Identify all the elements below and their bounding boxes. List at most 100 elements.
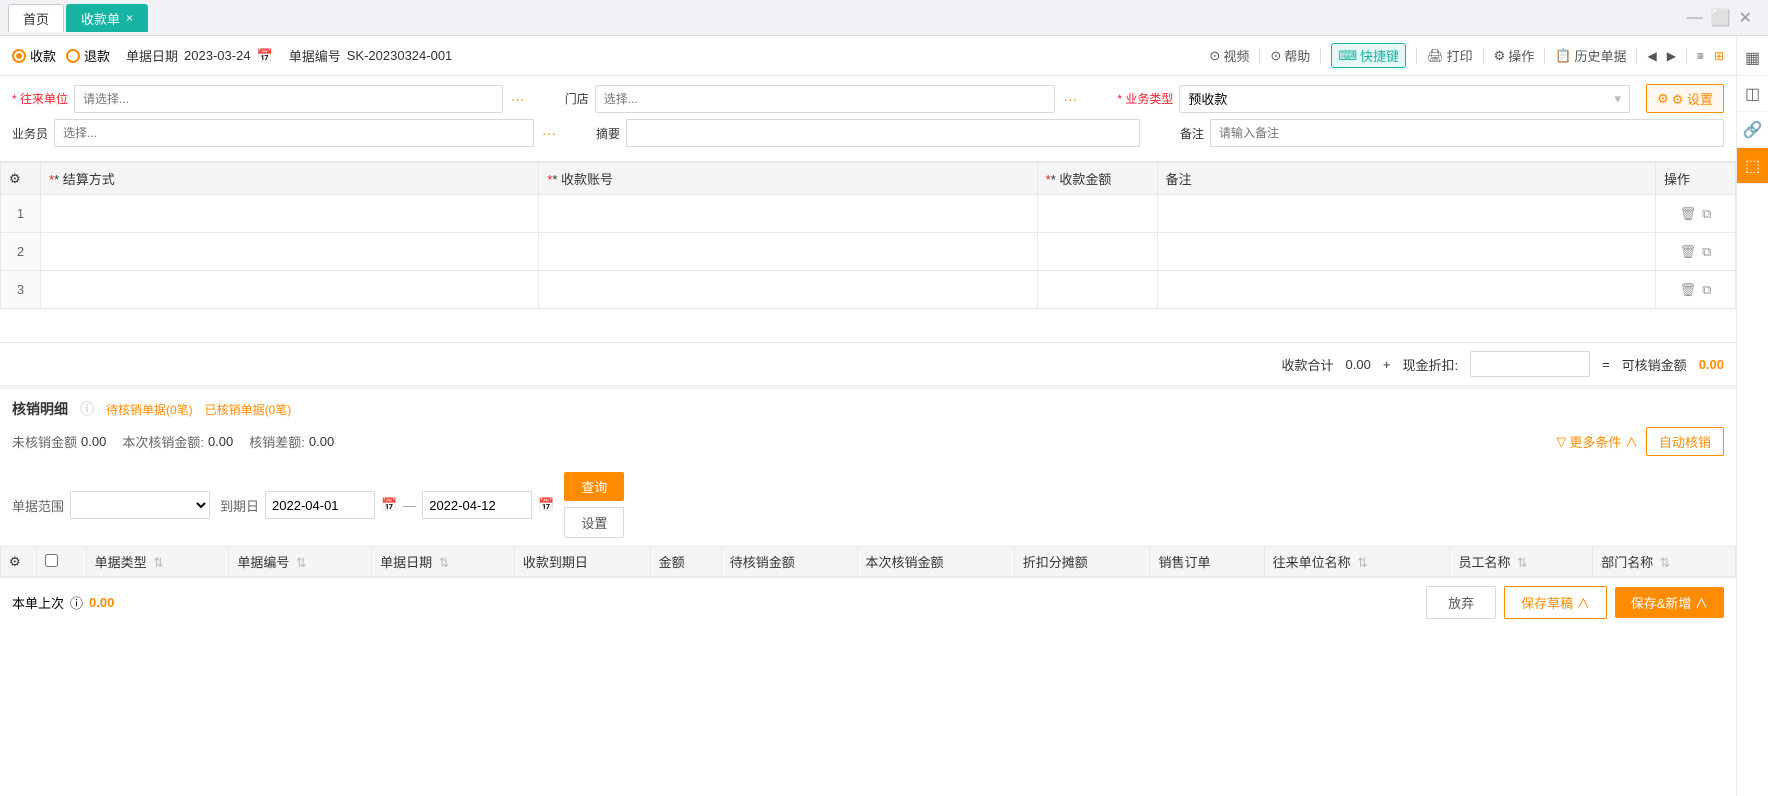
row-3-amount-input[interactable] — [1046, 276, 1149, 304]
row-1-settle-input[interactable] — [49, 200, 530, 228]
grid-btn[interactable]: ⊞ — [1714, 49, 1724, 63]
footer-help-icon[interactable]: ⓘ — [70, 593, 83, 612]
row-1-amount[interactable] — [1037, 195, 1157, 233]
row-2-settle-input[interactable] — [49, 238, 530, 266]
remarks-input[interactable] — [1210, 119, 1724, 147]
window-restore-icon[interactable]: ⬜ — [1711, 8, 1731, 28]
row-1-settle[interactable] — [41, 195, 539, 233]
row-3-delete-icon[interactable]: 🗑 — [1680, 282, 1697, 298]
history-btn[interactable]: 📋 历史单据 — [1555, 46, 1626, 65]
right-panel-btn-1[interactable]: ▦ — [1737, 40, 1768, 76]
query-btn[interactable]: 查询 — [564, 472, 624, 501]
table-gear-icon[interactable]: ⚙ — [9, 171, 21, 186]
partner-input[interactable] — [74, 85, 503, 113]
row-2-remarks[interactable] — [1157, 233, 1655, 271]
row-1-account[interactable] — [539, 195, 1037, 233]
row-3-settle[interactable] — [41, 271, 539, 309]
row-3-remarks-input[interactable] — [1166, 276, 1647, 304]
tab-close-icon[interactable]: × — [126, 11, 133, 25]
date-calendar-icon[interactable]: 📅 — [257, 48, 273, 64]
bill-number-sort-icon: ⇅ — [296, 555, 307, 570]
staff-ellipsis-btn[interactable]: ··· — [542, 125, 556, 141]
layout-btn[interactable]: ≡ — [1697, 49, 1704, 63]
print-btn[interactable]: 🖨 打印 — [1427, 46, 1473, 65]
bottom-gear-icon[interactable]: ⚙ — [9, 554, 21, 569]
writeoff-settings-btn[interactable]: 设置 — [564, 507, 624, 538]
divider5 — [1544, 48, 1545, 64]
row-3-amount[interactable] — [1037, 271, 1157, 309]
abandon-btn[interactable]: 放弃 — [1426, 586, 1496, 619]
date-cal-from-icon[interactable]: 📅 — [381, 497, 397, 513]
shortcut-icon: ⌨ — [1338, 48, 1357, 64]
row-2-amount[interactable] — [1037, 233, 1157, 271]
pending-tab-link[interactable]: 待核销单据(0笔) — [106, 401, 193, 418]
right-panel-btn-2[interactable]: ◫ — [1737, 76, 1768, 112]
divider4 — [1483, 48, 1484, 64]
date-from-input[interactable]: 2022-04-01 — [265, 491, 375, 519]
nav-left-btn[interactable]: ◀ — [1647, 49, 1656, 63]
summary-input[interactable] — [626, 119, 1140, 147]
shop-ellipsis-btn[interactable]: ··· — [1063, 91, 1077, 107]
video-label: 视频 — [1223, 46, 1249, 65]
more-conditions-btn[interactable]: ▽ 更多条件 ∧ — [1556, 432, 1638, 451]
right-panel-btn-4[interactable]: ⬚ — [1737, 148, 1768, 184]
print-label: 打印 — [1447, 46, 1473, 65]
row-3-account-input[interactable] — [547, 276, 1028, 304]
tab-receipt[interactable]: 收款单 × — [66, 4, 148, 32]
shortcut-btn[interactable]: ⌨ 快捷键 — [1331, 43, 1406, 68]
writeoff-help-icon[interactable]: ⓘ — [80, 399, 94, 419]
operation-btn[interactable]: ⚙ 操作 — [1494, 46, 1535, 65]
diff-label: 核销差额: — [249, 432, 305, 451]
staff-input[interactable] — [54, 119, 534, 147]
radio-refund[interactable]: 退款 — [66, 46, 110, 65]
date-to-input[interactable]: 2022-04-12 — [422, 491, 532, 519]
row-2-account-input[interactable] — [547, 238, 1028, 266]
current-label: 本次核销金额: — [122, 432, 204, 451]
date-cal-to-icon[interactable]: 📅 — [538, 497, 554, 513]
settings-btn[interactable]: ⚙ ⚙ 设置 — [1646, 84, 1724, 113]
row-2-copy-icon[interactable]: ⧉ — [1702, 244, 1711, 260]
date-field-group: 单据日期 2023-03-24 📅 — [126, 46, 273, 65]
equals-label: = — [1602, 357, 1610, 372]
row-1-account-input[interactable] — [547, 200, 1028, 228]
select-all-checkbox[interactable] — [45, 554, 58, 567]
row-1-delete-icon[interactable]: 🗑 — [1680, 206, 1697, 222]
save-new-btn[interactable]: 保存&新增 ∧ — [1615, 587, 1724, 618]
right-panel-btn-3[interactable]: 🔗 — [1737, 112, 1768, 148]
radio-receipt-label: 收款 — [30, 46, 56, 65]
video-btn[interactable]: ⊙ 视频 — [1209, 46, 1249, 65]
range-select[interactable] — [70, 491, 210, 519]
discount-input[interactable] — [1470, 351, 1590, 377]
unwritten-label: 未核销金额 — [12, 432, 77, 451]
row-1-remarks[interactable] — [1157, 195, 1655, 233]
window-close-icon[interactable]: ✕ — [1739, 8, 1752, 28]
window-minimize-icon[interactable]: — — [1687, 9, 1703, 27]
row-3-account[interactable] — [539, 271, 1037, 309]
row-1-remarks-input[interactable] — [1166, 200, 1647, 228]
row-3-settle-input[interactable] — [49, 276, 530, 304]
help-btn[interactable]: ⊙ 帮助 — [1270, 46, 1310, 65]
partner-ellipsis-btn[interactable]: ··· — [511, 91, 525, 107]
row-1-copy-icon[interactable]: ⧉ — [1702, 206, 1711, 222]
row-1-amount-input[interactable] — [1046, 200, 1149, 228]
completed-tab-link[interactable]: 已核销单据(0笔) — [205, 401, 292, 418]
row-2-account[interactable] — [539, 233, 1037, 271]
bottom-table-area: ⚙ 单据类型 ⇅ 单据编号 ⇅ — [0, 546, 1736, 577]
row-2-remarks-input[interactable] — [1166, 238, 1647, 266]
nav-right-btn[interactable]: ▶ — [1667, 49, 1676, 63]
radio-receipt[interactable]: 收款 — [12, 46, 56, 65]
row-3-copy-icon[interactable]: ⧉ — [1702, 282, 1711, 298]
row-2-delete-icon[interactable]: 🗑 — [1680, 244, 1697, 260]
radio-refund-dot — [66, 49, 80, 63]
auto-writeoff-btn[interactable]: 自动核销 — [1646, 427, 1724, 456]
date-label: 单据日期 — [126, 46, 178, 65]
row-3-remarks[interactable] — [1157, 271, 1655, 309]
row-2-amount-input[interactable] — [1046, 238, 1149, 266]
shop-input[interactable] — [595, 85, 1056, 113]
staff-field: 业务员 ··· — [12, 119, 556, 147]
date-value[interactable]: 2023-03-24 — [184, 48, 251, 63]
tab-home[interactable]: 首页 — [8, 4, 64, 32]
draft-btn[interactable]: 保存草稿 ∧ — [1504, 586, 1607, 619]
row-2-settle[interactable] — [41, 233, 539, 271]
footer-right: 放弃 保存草稿 ∧ 保存&新增 ∧ — [1426, 586, 1724, 619]
